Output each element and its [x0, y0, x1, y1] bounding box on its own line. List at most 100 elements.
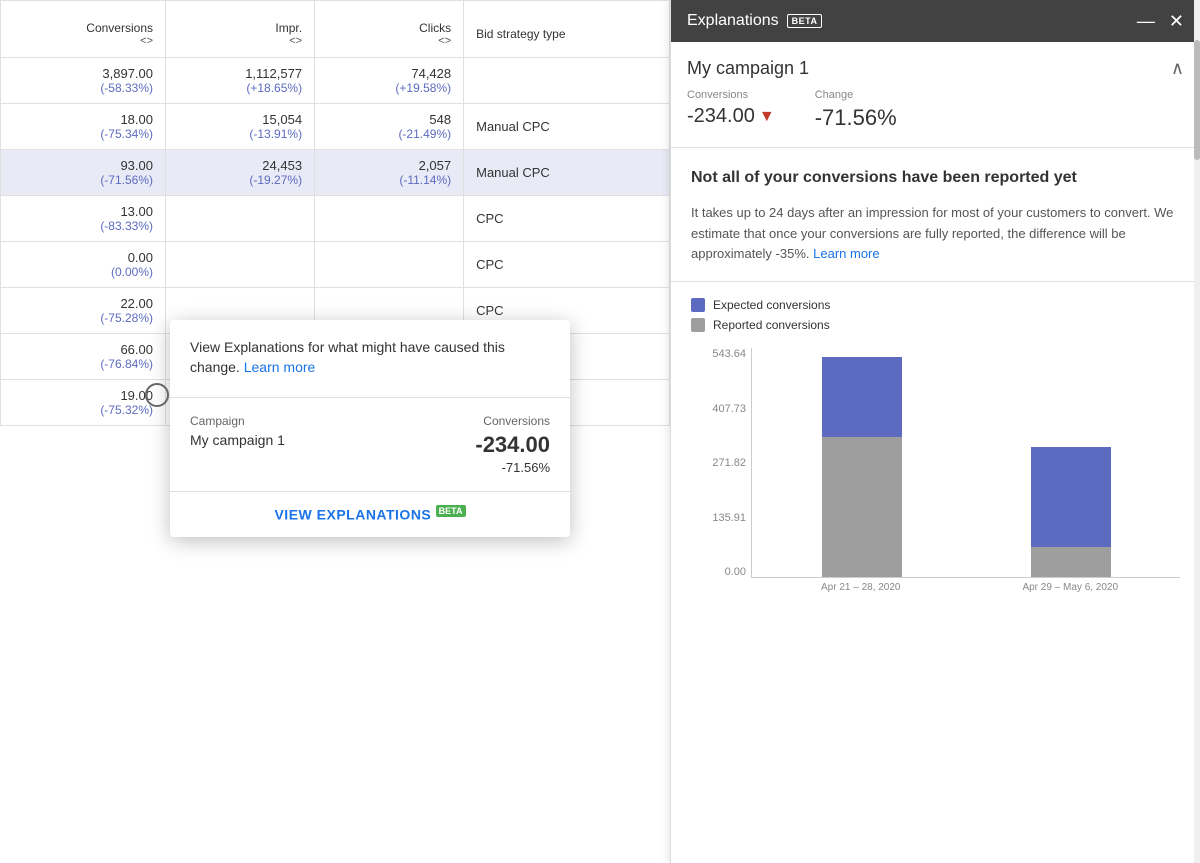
chart-y-labels: 543.64407.73271.82135.910.00 — [691, 348, 746, 608]
bar-group-0 — [772, 348, 951, 577]
chart-section: Expected conversions Reported conversion… — [671, 282, 1200, 624]
table-row[interactable]: 0.00 (0.00%) CPC — [1, 242, 670, 288]
stat-conversions: Conversions -234.00 ▼ — [687, 89, 775, 131]
stat-conversions-number: -234.00 — [687, 105, 755, 128]
legend-dot-reported — [691, 318, 705, 332]
tooltip-popup: View Explanations for what might have ca… — [170, 320, 570, 537]
cell-clicks-0: 74,428 (+19.58%) — [315, 58, 464, 104]
cell-conversions-2: 93.00 (-71.56%) — [1, 150, 166, 196]
tooltip-view-label: VIEW EXPLANATIONS — [274, 507, 431, 523]
tooltip-learn-more-link[interactable]: Learn more — [244, 359, 316, 375]
y-label-4: 0.00 — [691, 566, 746, 578]
impr-change-0: (+18.65%) — [178, 81, 302, 95]
down-arrow-icon: ▼ — [759, 108, 775, 126]
table-row[interactable]: 93.00 (-71.56%) 24,453 (-19.27%) 2,057 (… — [1, 150, 670, 196]
cell-bid-strategy-3: CPC — [464, 196, 670, 242]
y-label-2: 271.82 — [691, 457, 746, 469]
cell-clicks-4 — [315, 242, 464, 288]
chart-legend: Expected conversions Reported conversion… — [691, 298, 1180, 332]
cell-impr-0: 1,112,577 (+18.65%) — [166, 58, 315, 104]
cell-clicks-3 — [315, 196, 464, 242]
col-arrows-conversions[interactable]: <> — [13, 35, 153, 47]
x-label-0: Apr 21 – 28, 2020 — [771, 578, 951, 608]
legend-item-expected: Expected conversions — [691, 298, 1180, 312]
table-row[interactable]: 13.00 (-83.33%) CPC — [1, 196, 670, 242]
stat-change-value: -71.56% — [815, 105, 897, 131]
col-label-clicks: Clicks — [419, 21, 451, 35]
scrollbar-thumb[interactable] — [1194, 40, 1200, 160]
bar-expected-0 — [822, 357, 902, 437]
warning-learn-more-link[interactable]: Learn more — [813, 246, 879, 261]
col-arrows-impr[interactable]: <> — [178, 35, 302, 47]
panel-controls: — ✕ — [1137, 12, 1184, 30]
tooltip-campaign-label: Campaign — [190, 414, 475, 428]
tooltip-conversions-value: -234.00 — [475, 432, 550, 458]
legend-dot-expected — [691, 298, 705, 312]
panel-title: Explanations — [687, 12, 779, 30]
conv-value-6: 66.00 — [13, 342, 153, 357]
legend-item-reported: Reported conversions — [691, 318, 1180, 332]
minimize-button[interactable]: — — [1137, 12, 1155, 30]
y-label-0: 543.64 — [691, 348, 746, 360]
cell-conversions-0: 3,897.00 (-58.33%) — [1, 58, 166, 104]
conv-change-6: (-76.84%) — [13, 357, 153, 371]
conv-change-2: (-71.56%) — [13, 173, 153, 187]
impr-value-2: 24,453 — [178, 158, 302, 173]
cell-bid-strategy-4: CPC — [464, 242, 670, 288]
tooltip-view-btn[interactable]: VIEW EXPLANATIONS BETA — [170, 492, 570, 537]
cell-bid-strategy-0 — [464, 58, 670, 104]
tooltip-description-text: View Explanations for what might have ca… — [190, 339, 505, 375]
chevron-up-icon[interactable]: ∧ — [1171, 58, 1184, 79]
cell-conversions-7: 19.00 (-75.32%) — [1, 380, 166, 426]
conv-value-0: 3,897.00 — [13, 66, 153, 81]
tooltip-bottom-section: Campaign My campaign 1 Conversions -234.… — [170, 398, 570, 492]
col-header-impr[interactable]: Impr. <> — [166, 1, 315, 58]
cell-impr-1: 15,054 (-13.91%) — [166, 104, 315, 150]
bar-reported-1 — [1031, 547, 1111, 577]
stat-change: Change -71.56% — [815, 89, 897, 131]
tooltip-top: View Explanations for what might have ca… — [170, 320, 570, 398]
stat-conversions-value: -234.00 ▼ — [687, 105, 775, 128]
col-arrows-clicks[interactable]: <> — [327, 35, 451, 47]
col-header-bid-strategy[interactable]: Bid strategy type — [464, 1, 670, 58]
stat-conversions-label: Conversions — [687, 89, 775, 101]
clicks-value-2: 2,057 — [327, 158, 451, 173]
legend-label-expected: Expected conversions — [713, 298, 830, 312]
cell-clicks-1: 548 (-21.49%) — [315, 104, 464, 150]
x-label-1: Apr 29 – May 6, 2020 — [981, 578, 1161, 608]
impr-change-1: (-13.91%) — [178, 127, 302, 141]
bar-stack-0 — [822, 357, 902, 577]
impr-value-0: 1,112,577 — [178, 66, 302, 81]
clicks-change-1: (-21.49%) — [327, 127, 451, 141]
cell-impr-2: 24,453 (-19.27%) — [166, 150, 315, 196]
conv-change-7: (-75.32%) — [13, 403, 153, 417]
close-button[interactable]: ✕ — [1169, 12, 1184, 30]
clicks-value-0: 74,428 — [327, 66, 451, 81]
conv-value-4: 0.00 — [13, 250, 153, 265]
chart-area: 543.64407.73271.82135.910.00 Apr 21 – 28… — [691, 348, 1180, 608]
conv-value-7: 19.00 — [13, 388, 153, 403]
table-row[interactable]: 3,897.00 (-58.33%) 1,112,577 (+18.65%) 7… — [1, 58, 670, 104]
y-label-3: 135.91 — [691, 512, 746, 524]
conv-change-4: (0.00%) — [13, 265, 153, 279]
conv-change-1: (-75.34%) — [13, 127, 153, 141]
conv-value-3: 13.00 — [13, 204, 153, 219]
panel-header: Explanations BETA — ✕ — [671, 0, 1200, 42]
tooltip-conversion-info: Conversions -234.00 -71.56% — [475, 414, 550, 475]
tooltip-conversions-pct: -71.56% — [475, 460, 550, 475]
conv-value-2: 93.00 — [13, 158, 153, 173]
cell-bid-strategy-1: Manual CPC — [464, 104, 670, 150]
col-header-conversions[interactable]: Conversions <> — [1, 1, 166, 58]
scrollbar-track[interactable] — [1194, 0, 1200, 863]
tooltip-campaign-name: My campaign 1 — [190, 432, 475, 448]
cell-conversions-4: 0.00 (0.00%) — [1, 242, 166, 288]
panel-title-row: Explanations BETA — [687, 12, 822, 30]
table-row[interactable]: 18.00 (-75.34%) 15,054 (-13.91%) 548 (-2… — [1, 104, 670, 150]
warning-body: It takes up to 24 days after an impressi… — [691, 203, 1180, 265]
warning-body-text: It takes up to 24 days after an impressi… — [691, 205, 1173, 262]
tooltip-conversions-label: Conversions — [475, 414, 550, 428]
bar-group-1 — [981, 348, 1160, 577]
col-header-clicks[interactable]: Clicks <> — [315, 1, 464, 58]
campaign-header-title-row: My campaign 1 ∧ — [687, 58, 1184, 79]
col-label-conversions: Conversions — [86, 21, 153, 35]
